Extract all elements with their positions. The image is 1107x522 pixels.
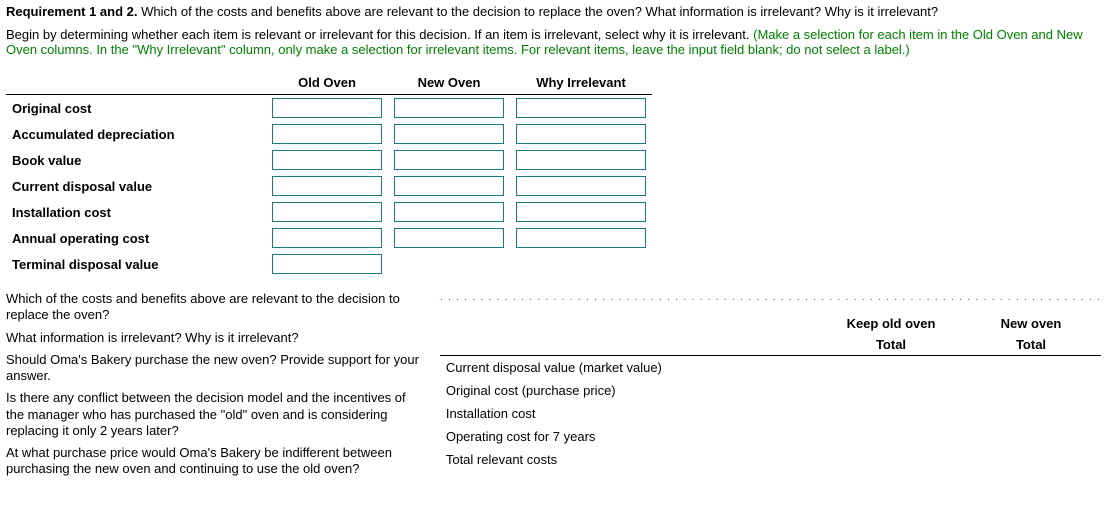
row-label: Accumulated depreciation xyxy=(6,121,266,147)
row-label: Annual operating cost xyxy=(6,225,266,251)
why-irrelevant-input[interactable] xyxy=(516,150,646,170)
question-list: Which of the costs and benefits above ar… xyxy=(6,291,420,484)
table-row: Book value xyxy=(6,147,652,173)
why-irrelevant-input[interactable] xyxy=(516,228,646,248)
col-old-oven: Old Oven xyxy=(266,71,388,95)
new-oven-input[interactable] xyxy=(394,150,504,170)
table-row: Annual operating cost xyxy=(6,225,652,251)
new-oven-input[interactable] xyxy=(394,228,504,248)
instructions: Begin by determining whether each item i… xyxy=(6,27,1101,57)
table-row: Original cost xyxy=(6,95,652,122)
table-row: Current disposal value xyxy=(6,173,652,199)
question-item: Is there any conflict between the decisi… xyxy=(6,390,420,439)
old-oven-input[interactable] xyxy=(272,176,382,196)
old-oven-input[interactable] xyxy=(272,228,382,248)
question-item: Should Oma's Bakery purchase the new ove… xyxy=(6,352,420,385)
new-oven-input[interactable] xyxy=(394,124,504,144)
why-irrelevant-input[interactable] xyxy=(516,124,646,144)
row-label: Book value xyxy=(6,147,266,173)
requirement-label: Requirement 1 and 2. xyxy=(6,4,137,19)
row-label: Total relevant costs xyxy=(440,448,821,471)
old-oven-input[interactable] xyxy=(272,254,382,274)
why-irrelevant-input[interactable] xyxy=(516,176,646,196)
table-row: Installation cost xyxy=(440,402,1101,425)
row-label: Terminal disposal value xyxy=(6,251,266,277)
row-label: Current disposal value xyxy=(6,173,266,199)
question-item: At what purchase price would Oma's Baker… xyxy=(6,445,420,478)
old-oven-input[interactable] xyxy=(272,98,382,118)
table-row: Operating cost for 7 years xyxy=(440,425,1101,448)
table-row: Installation cost xyxy=(6,199,652,225)
table-row: Accumulated depreciation xyxy=(6,121,652,147)
table-row: Terminal disposal value xyxy=(6,251,652,277)
instructions-black: Begin by determining whether each item i… xyxy=(6,27,753,42)
new-oven-input[interactable] xyxy=(394,98,504,118)
row-label: Current disposal value (market value) xyxy=(440,356,821,380)
col-why-irrelevant: Why Irrelevant xyxy=(510,71,652,95)
row-label: Original cost (purchase price) xyxy=(440,379,821,402)
row-label: Installation cost xyxy=(6,199,266,225)
col-keep-old: Keep old oven xyxy=(821,313,961,334)
table-row: Current disposal value (market value) xyxy=(440,356,1101,380)
col-new-oven: New Oven xyxy=(388,71,510,95)
table-row: Total relevant costs xyxy=(440,448,1101,471)
why-irrelevant-input[interactable] xyxy=(516,202,646,222)
table-row: Original cost (purchase price) xyxy=(440,379,1101,402)
requirement-text: Which of the costs and benefits above ar… xyxy=(141,4,938,19)
old-oven-input[interactable] xyxy=(272,202,382,222)
truncated-text-fragment: . . . . . . . . . . . . . . . . . . . . … xyxy=(440,291,1101,303)
new-oven-input[interactable] xyxy=(394,202,504,222)
question-item: What information is irrelevant? Why is i… xyxy=(6,330,420,346)
cost-comparison-table: Keep old oven New oven Total Total Curre… xyxy=(440,313,1101,471)
row-label: Installation cost xyxy=(440,402,821,425)
relevance-table: Old Oven New Oven Why Irrelevant Origina… xyxy=(6,71,652,277)
col-total: Total xyxy=(961,334,1101,356)
row-label: Operating cost for 7 years xyxy=(440,425,821,448)
requirement-heading: Requirement 1 and 2. Which of the costs … xyxy=(6,4,1101,19)
row-label: Original cost xyxy=(6,95,266,122)
col-new-oven: New oven xyxy=(961,313,1101,334)
new-oven-input[interactable] xyxy=(394,176,504,196)
why-irrelevant-input[interactable] xyxy=(516,98,646,118)
col-total: Total xyxy=(821,334,961,356)
old-oven-input[interactable] xyxy=(272,124,382,144)
old-oven-input[interactable] xyxy=(272,150,382,170)
question-item: Which of the costs and benefits above ar… xyxy=(6,291,420,324)
